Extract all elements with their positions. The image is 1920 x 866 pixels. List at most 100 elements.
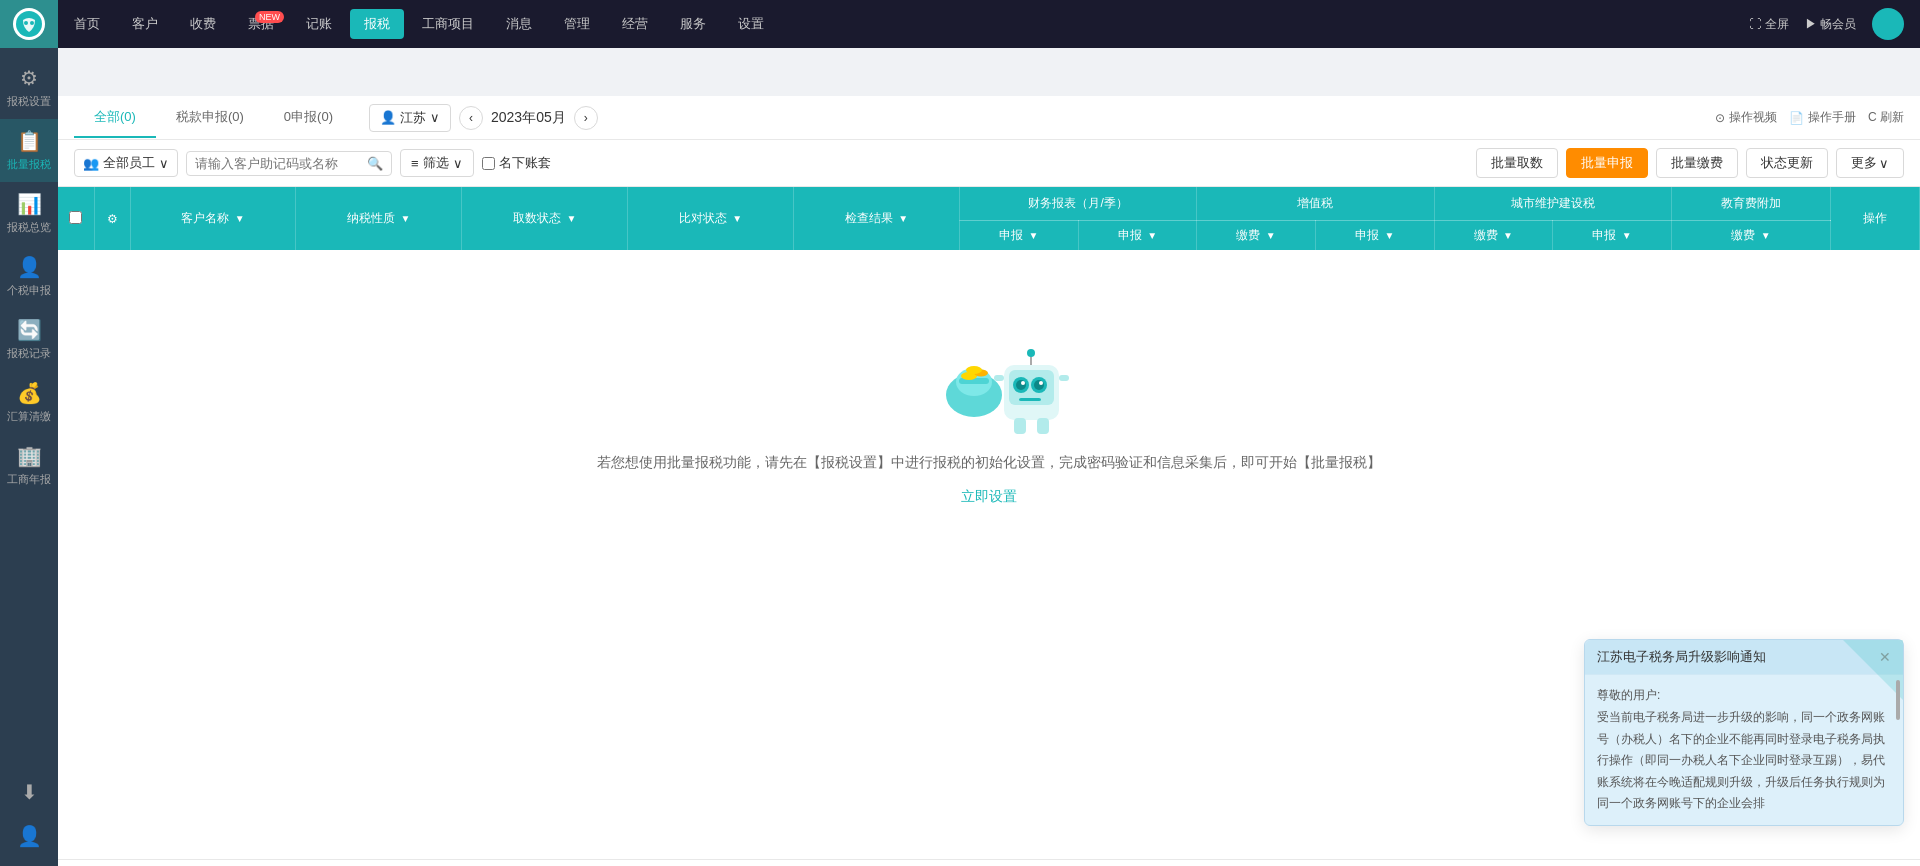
sidebar-download-btn[interactable]: ⬇ (0, 770, 58, 814)
bottom-scroll-bar (58, 859, 1920, 866)
svg-rect-22 (1014, 418, 1026, 434)
sidebar-user-btn[interactable]: 👤 (0, 814, 58, 858)
sidebar-item-tax-overview[interactable]: 📊 报税总览 (0, 182, 58, 245)
operation-manual-btn[interactable]: 📄 操作手册 (1789, 109, 1856, 126)
th-fetch-status: 取数状态 ▼ (462, 187, 628, 250)
filter-icon[interactable]: ▼ (566, 213, 576, 224)
search-input[interactable] (195, 156, 363, 171)
name-accounts-checkbox-label[interactable]: 名下账套 (482, 154, 551, 172)
filter-icon[interactable]: ▼ (1761, 230, 1771, 241)
th-settings: ⚙ (94, 187, 130, 250)
th-edu-pay: 缴费 ▼ (1671, 221, 1831, 251)
nav-operation[interactable]: 经营 (608, 9, 662, 39)
notif-scroll-thumb (1896, 680, 1900, 720)
tab-zero-report[interactable]: 0申报(0) (264, 98, 353, 138)
user-avatar[interactable] (1872, 8, 1904, 40)
refresh-btn[interactable]: C 刷新 (1868, 109, 1904, 126)
nav-tax[interactable]: 报税 (350, 9, 404, 39)
download-icon: ⬇ (21, 780, 38, 804)
th-financial-report: 财务报表（月/季） (959, 187, 1196, 221)
svg-point-12 (1016, 380, 1026, 390)
empty-state-row: 若您想使用批量报税功能，请先在【报税设置】中进行报税的初始化设置，完成密码验证和… (58, 250, 1920, 566)
filter-icon[interactable]: ▼ (1028, 230, 1038, 241)
name-accounts-checkbox[interactable] (482, 157, 495, 170)
filter-icon[interactable]: ▼ (1503, 230, 1513, 241)
batch-report-button[interactable]: 批量申报 (1566, 148, 1648, 178)
logo-area (0, 0, 58, 48)
sidebar-label-batch-tax: 批量报税 (7, 157, 51, 172)
th-financial-report-declare: 申报 ▼ (959, 221, 1078, 251)
employee-filter[interactable]: 👥 全部员工 ∨ (74, 149, 178, 177)
filter-icon[interactable]: ▼ (1266, 230, 1276, 241)
search-icon: 🔍 (367, 156, 383, 171)
svg-rect-21 (1059, 375, 1069, 381)
tab-all[interactable]: 全部(0) (74, 98, 156, 138)
nav-items: 首页 客户 收费 票据 NEW 记账 报税 工商项目 消息 管理 经营 服务 设… (60, 9, 1749, 39)
notification-title: 江苏电子税务局升级影响通知 (1597, 648, 1766, 666)
nav-home[interactable]: 首页 (60, 9, 114, 39)
nav-settings[interactable]: 设置 (724, 9, 778, 39)
th-city-tax: 城市维护建设税 (1434, 187, 1671, 221)
nav-accounting[interactable]: 记账 (292, 9, 346, 39)
new-badge: NEW (255, 11, 284, 23)
tab-bar: 全部(0) 税款申报(0) 0申报(0) 👤 江苏 ∨ ‹ 2023年05月 ›… (58, 96, 1920, 140)
sidebar-item-batch-tax[interactable]: 📋 批量报税 (0, 119, 58, 182)
tab-tax-report[interactable]: 税款申报(0) (156, 98, 264, 138)
top-navigation: 首页 客户 收费 票据 NEW 记账 报税 工商项目 消息 管理 经营 服务 设… (0, 0, 1920, 48)
th-city-tax-declare: 申报 ▼ (1315, 221, 1434, 251)
nav-client[interactable]: 客户 (118, 9, 172, 39)
nav-manage[interactable]: 管理 (550, 9, 604, 39)
table-header-row1: ⚙ 客户名称 ▼ 纳税性质 ▼ 取数状态 ▼ 比对状态 (58, 187, 1920, 221)
chevron-down-icon: ∨ (1879, 156, 1889, 171)
settings-icon[interactable]: ⚙ (107, 212, 118, 226)
notification-content: 受当前电子税务局进一步升级的影响，同一个政务网账号（办税人）名下的企业不能再同时… (1597, 707, 1891, 815)
date-navigation: 👤 江苏 ∨ ‹ 2023年05月 › (369, 104, 598, 132)
triangle-decoration (1843, 640, 1903, 700)
app-logo (13, 8, 45, 40)
search-box[interactable]: 🔍 (186, 151, 392, 176)
filter-button[interactable]: ≡ 筛选 ∨ (400, 149, 474, 177)
select-all-checkbox[interactable] (69, 211, 82, 224)
th-vat-declare: 申报 ▼ (1078, 221, 1197, 251)
sidebar-label-tax-records: 报税记录 (7, 346, 51, 361)
filter-icon: ≡ (411, 156, 419, 171)
nav-service[interactable]: 服务 (666, 9, 720, 39)
batch-pay-button[interactable]: 批量缴费 (1656, 148, 1738, 178)
svg-point-8 (966, 366, 982, 374)
more-button[interactable]: 更多 ∨ (1836, 148, 1904, 178)
batch-fetch-button[interactable]: 批量取数 (1476, 148, 1558, 178)
setup-link[interactable]: 立即设置 (961, 488, 1017, 506)
status-update-button[interactable]: 状态更新 (1746, 148, 1828, 178)
filter-icon[interactable]: ▼ (1147, 230, 1157, 241)
next-month-btn[interactable]: › (574, 106, 598, 130)
tax-records-icon: 🔄 (17, 318, 42, 342)
nav-fee[interactable]: 收费 (176, 9, 230, 39)
sidebar-item-tax-settings[interactable]: ⚙ 报税设置 (0, 56, 58, 119)
toolbar-right: 批量取数 批量申报 批量缴费 状态更新 更多 ∨ (1476, 148, 1904, 178)
filter-icon[interactable]: ▼ (1384, 230, 1394, 241)
nav-message[interactable]: 消息 (492, 9, 546, 39)
current-date: 2023年05月 (491, 109, 566, 127)
operation-video-btn[interactable]: ⊙ 操作视频 (1715, 109, 1777, 126)
sidebar-item-tax-records[interactable]: 🔄 报税记录 (0, 308, 58, 371)
sidebar-item-settlement[interactable]: 💰 汇算清缴 (0, 371, 58, 434)
filter-icon[interactable]: ▼ (1622, 230, 1632, 241)
prev-month-btn[interactable]: ‹ (459, 106, 483, 130)
notification-panel: 江苏电子税务局升级影响通知 ✕ 尊敬的用户: 受当前电子税务局进一步升级的影响，… (1584, 639, 1904, 826)
province-selector[interactable]: 👤 江苏 ∨ (369, 104, 451, 132)
filter-icon[interactable]: ▼ (235, 213, 245, 224)
fullscreen-btn[interactable]: ⛶ 全屏 (1749, 16, 1788, 33)
sidebar-item-annual-report[interactable]: 🏢 工商年报 (0, 434, 58, 497)
filter-icon[interactable]: ▼ (898, 213, 908, 224)
th-client-name: 客户名称 ▼ (130, 187, 296, 250)
filter-icon[interactable]: ▼ (401, 213, 411, 224)
th-checkbox (58, 187, 94, 250)
filter-icon[interactable]: ▼ (732, 213, 742, 224)
sidebar-item-personal-tax[interactable]: 👤 个税申报 (0, 245, 58, 308)
nav-business[interactable]: 工商项目 (408, 9, 488, 39)
empty-message: 若您想使用批量报税功能，请先在【报税设置】中进行报税的初始化设置，完成密码验证和… (597, 454, 1381, 472)
sidebar-label-annual-report: 工商年报 (7, 472, 51, 487)
svg-point-2 (30, 21, 34, 25)
nav-invoice[interactable]: 票据 NEW (234, 9, 288, 39)
vip-btn[interactable]: ▶ 畅会员 (1805, 16, 1856, 33)
